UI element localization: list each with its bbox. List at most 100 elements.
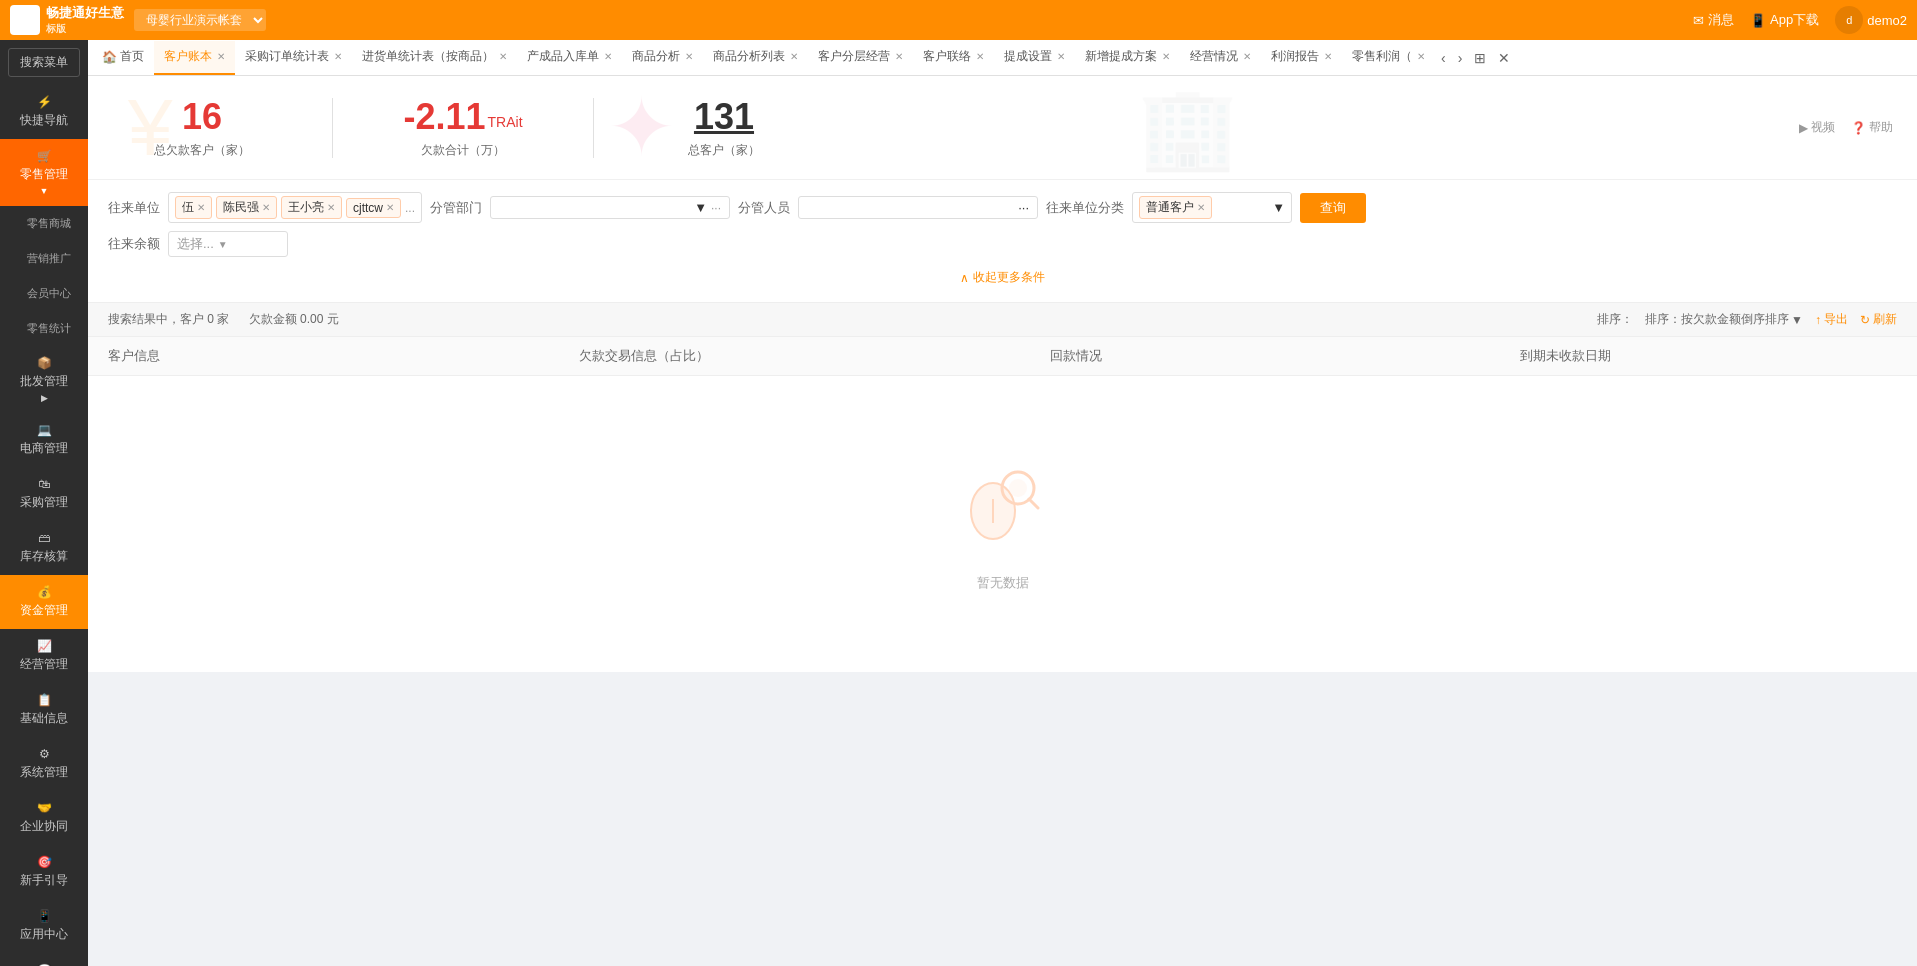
tab-product-analysis-list-label: 商品分析列表 <box>713 48 785 65</box>
enterprise-label: 企业协同 <box>20 818 68 835</box>
stat-debt-amount-label: 欠款合计（万） <box>421 142 505 159</box>
empty-state: 暂无数据 <box>88 376 1917 672</box>
sidebar-item-wechat[interactable]: 💬 企业微信 <box>0 953 88 966</box>
retail-mall-label: 零售商城 <box>27 216 71 231</box>
sidebar-item-wholesale[interactable]: 📦 批发管理 ▶ <box>0 346 88 413</box>
query-button[interactable]: 查询 <box>1300 193 1366 223</box>
person-more[interactable]: ··· <box>1018 200 1029 215</box>
video-link[interactable]: ▶ 视频 <box>1799 119 1835 136</box>
tab-retail-profit[interactable]: 零售利润（ ✕ <box>1342 41 1435 75</box>
tab-product-analysis-close[interactable]: ✕ <box>685 51 693 62</box>
tab-product-analysis-label: 商品分析 <box>632 48 680 65</box>
balance-dropdown[interactable]: 选择... ▼ <box>168 231 288 257</box>
sidebar-item-app-center[interactable]: 📱 应用中心 <box>0 899 88 953</box>
tab-profit-report[interactable]: 利润报告 ✕ <box>1261 41 1342 75</box>
remove-tag-wu[interactable]: ✕ <box>197 202 205 213</box>
tab-product-analysis-list-close[interactable]: ✕ <box>790 51 798 62</box>
tab-new-improve-close[interactable]: ✕ <box>1162 51 1170 62</box>
message-btn[interactable]: ✉ 消息 <box>1693 11 1734 29</box>
sidebar-item-members[interactable]: 会员中心 <box>0 276 88 311</box>
tab-business-status-close[interactable]: ✕ <box>1243 51 1251 62</box>
collapse-btn[interactable]: ∧ 收起更多条件 <box>960 265 1045 290</box>
tab-purchase-order-close[interactable]: ✕ <box>334 51 342 62</box>
app-center-icon: 📱 <box>37 909 52 923</box>
sidebar-item-marketing[interactable]: 营销推广 <box>0 241 88 276</box>
sidebar-item-retail-mall[interactable]: 零售商城 <box>0 206 88 241</box>
demo-selector[interactable]: 母婴行业演示帐套 <box>134 9 266 31</box>
tab-customer-segment[interactable]: 客户分层经营 ✕ <box>808 41 913 75</box>
sidebar-item-retail-stat[interactable]: 零售统计 <box>0 311 88 346</box>
sidebar-item-finance[interactable]: 💰 资金管理 <box>0 575 88 629</box>
purchase-icon: 🛍 <box>38 477 50 491</box>
tab-cost-entry-label: 产成品入库单 <box>527 48 599 65</box>
tab-nav-right[interactable]: › <box>1452 41 1469 75</box>
tab-cost-entry-close[interactable]: ✕ <box>604 51 612 62</box>
tab-purchase-order[interactable]: 采购订单统计表 ✕ <box>235 41 352 75</box>
tab-customer-contact[interactable]: 客户联络 ✕ <box>913 41 994 75</box>
search-menu-btn[interactable]: 搜索菜单 <box>8 48 80 77</box>
tab-nav-expand[interactable]: ⊞ <box>1468 41 1492 75</box>
tab-profit-report-close[interactable]: ✕ <box>1324 51 1332 62</box>
dept-more[interactable]: ··· <box>711 201 721 215</box>
tab-customer-contact-close[interactable]: ✕ <box>976 51 984 62</box>
tab-stock-table-close[interactable]: ✕ <box>499 51 507 62</box>
tab-stock-table-label: 进货单统计表（按商品） <box>362 48 494 65</box>
sidebar-item-purchase[interactable]: 🛍 采购管理 <box>0 467 88 521</box>
wholesale-arrow: ▶ <box>41 393 48 403</box>
ecommerce-icon: 💻 <box>37 423 52 437</box>
unit-class-chevron: ▼ <box>1272 200 1285 215</box>
sidebar-item-operations[interactable]: 📈 经营管理 <box>0 629 88 683</box>
marketing-label: 营销推广 <box>27 251 71 266</box>
tab-product-analysis-list[interactable]: 商品分析列表 ✕ <box>703 41 808 75</box>
tab-improve-settings-close[interactable]: ✕ <box>1057 51 1065 62</box>
main-content: ¥ ✦ 🏢 16 总欠款客户（家） -2.11 TRAit 欠款合计（万） <box>88 76 1917 966</box>
export-btn[interactable]: ↑ 导出 <box>1815 311 1848 328</box>
filter-tag-cj: cjttcw ✕ <box>346 198 401 218</box>
tab-product-analysis[interactable]: 商品分析 ✕ <box>622 41 703 75</box>
tab-stock-table[interactable]: 进货单统计表（按商品） ✕ <box>352 41 517 75</box>
sidebar-item-inventory[interactable]: 🗃 库存核算 <box>0 521 88 575</box>
avatar: d <box>1835 6 1863 34</box>
more-tags-btn[interactable]: ... <box>405 201 415 215</box>
tab-nav-close-all[interactable]: ✕ <box>1492 41 1516 75</box>
stat-debt-customers-number: 16 <box>182 96 222 138</box>
help-link[interactable]: ❓ 帮助 <box>1851 119 1893 136</box>
sort-select[interactable]: 排序：按欠款金额倒序排序 ▼ <box>1645 311 1803 328</box>
refresh-icon: ↻ <box>1860 313 1870 327</box>
tab-improve-settings[interactable]: 提成设置 ✕ <box>994 41 1075 75</box>
remove-tag-wang[interactable]: ✕ <box>327 202 335 213</box>
user-profile[interactable]: d demo2 <box>1835 6 1907 34</box>
sidebar-item-enterprise[interactable]: 🤝 企业协同 <box>0 791 88 845</box>
person-dropdown[interactable]: ··· <box>798 196 1038 219</box>
balance-filter-label: 往来余额 <box>108 235 160 253</box>
svg-line-4 <box>1029 499 1038 508</box>
tab-home[interactable]: 🏠 首页 <box>92 41 154 75</box>
sidebar-item-basic-info[interactable]: 📋 基础信息 <box>0 683 88 737</box>
remove-tag-normal-customer[interactable]: ✕ <box>1197 202 1205 213</box>
stat-bg-icon-mid: ✦ <box>608 81 675 174</box>
dept-dropdown[interactable]: ▼ ··· <box>490 196 730 219</box>
tab-customer-book[interactable]: 客户账本 ✕ <box>154 41 235 75</box>
tab-customer-segment-label: 客户分层经营 <box>818 48 890 65</box>
sidebar-item-newbie[interactable]: 🎯 新手引导 <box>0 845 88 899</box>
tab-retail-profit-close[interactable]: ✕ <box>1417 51 1425 62</box>
sidebar-item-quick-nav[interactable]: ⚡ 快捷导航 <box>0 85 88 139</box>
finance-icon: 💰 <box>37 585 52 599</box>
tab-customer-book-close[interactable]: ✕ <box>217 51 225 62</box>
remove-tag-cj[interactable]: ✕ <box>386 202 394 213</box>
tab-cost-entry[interactable]: 产成品入库单 ✕ <box>517 41 622 75</box>
tab-customer-book-label: 客户账本 <box>164 48 212 65</box>
tab-business-status[interactable]: 经营情况 ✕ <box>1180 41 1261 75</box>
sidebar-item-retail[interactable]: 🛒 零售管理 ▼ <box>0 139 88 206</box>
ecommerce-label: 电商管理 <box>20 440 68 457</box>
tab-new-improve[interactable]: 新增提成方案 ✕ <box>1075 41 1180 75</box>
newbie-label: 新手引导 <box>20 872 68 889</box>
app-download-btn[interactable]: 📱 App下载 <box>1750 11 1819 29</box>
sidebar-item-ecommerce[interactable]: 💻 电商管理 <box>0 413 88 467</box>
remove-tag-chen[interactable]: ✕ <box>262 202 270 213</box>
tab-customer-segment-close[interactable]: ✕ <box>895 51 903 62</box>
tab-nav-left[interactable]: ‹ <box>1435 41 1452 75</box>
operations-icon: 📈 <box>37 639 52 653</box>
refresh-btn[interactable]: ↻ 刷新 <box>1860 311 1897 328</box>
sidebar-item-system[interactable]: ⚙ 系统管理 <box>0 737 88 791</box>
